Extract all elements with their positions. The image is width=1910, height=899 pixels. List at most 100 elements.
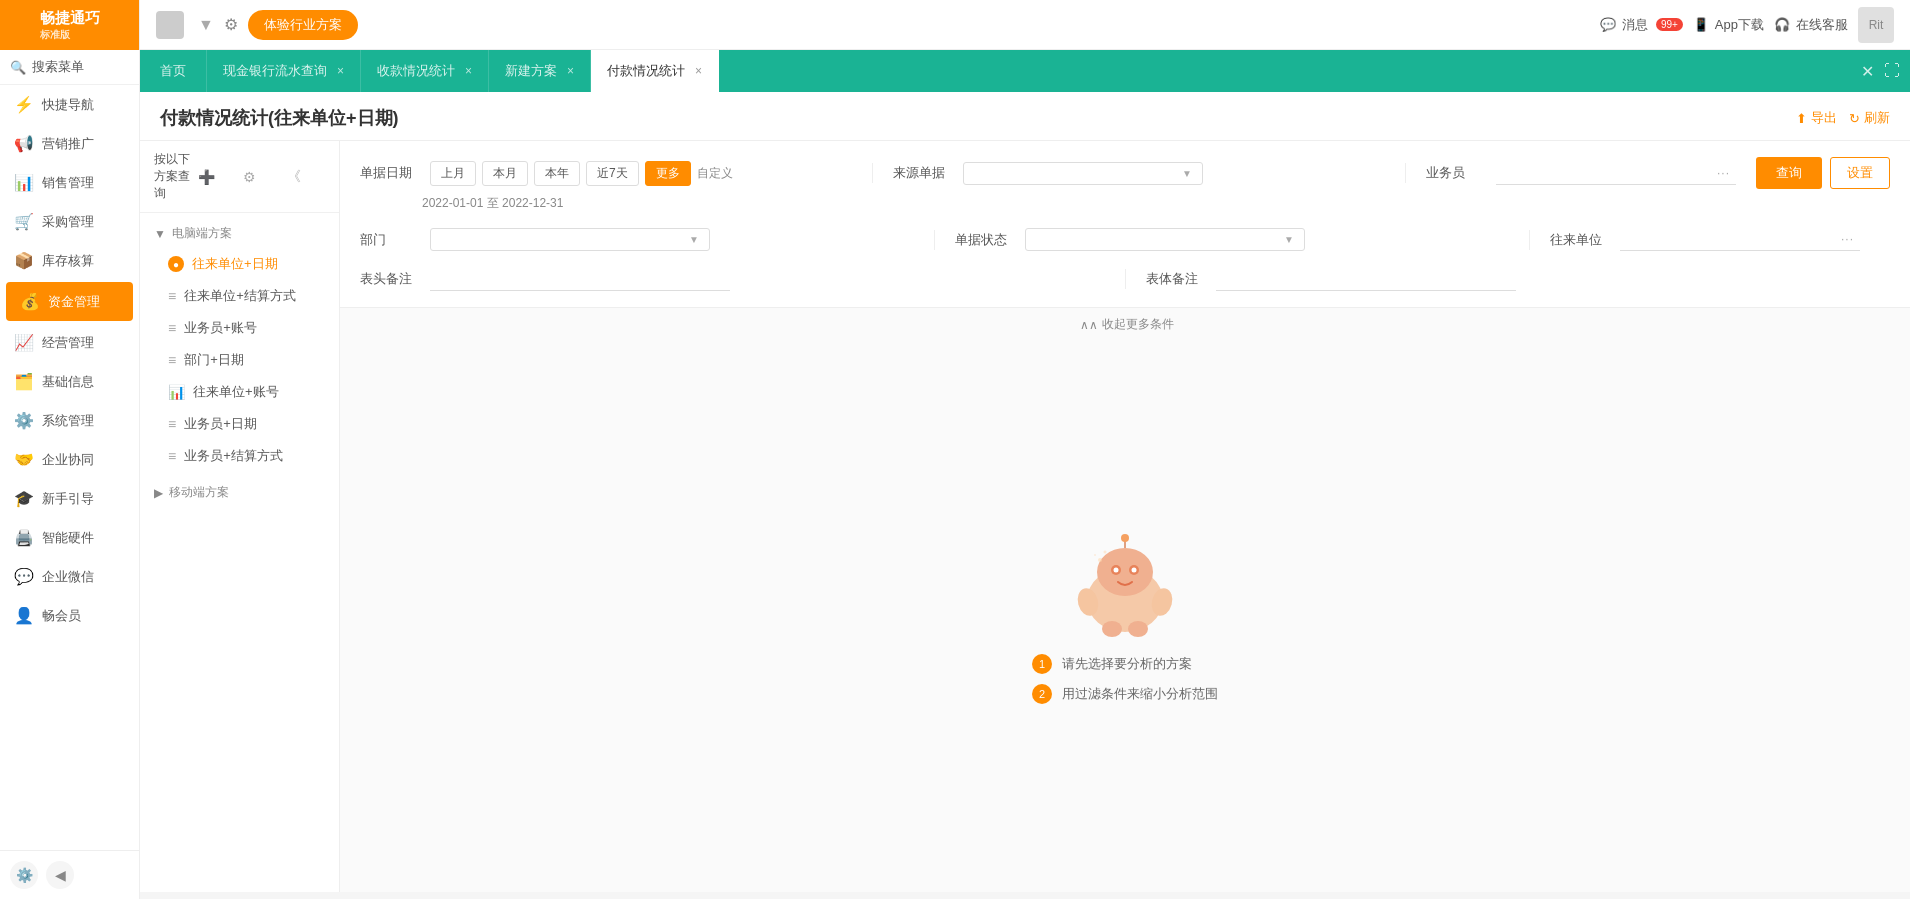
- pc-group-toggle[interactable]: ▼ 电脑端方案: [140, 219, 339, 248]
- tab-close-cash-flow[interactable]: ×: [337, 64, 344, 78]
- scheme-item-salesman-date[interactable]: ≡ 业务员+日期: [140, 408, 339, 440]
- scheme-panel: 按以下方案查询 ➕ ⚙ 《 ▼ 电脑端方案 ● 往来单位+日期 ≡: [140, 141, 340, 892]
- scheme-item-salesman-settle[interactable]: ≡ 业务员+结算方式: [140, 440, 339, 472]
- sidebar-item-wechat[interactable]: 💬 企业微信: [0, 557, 139, 596]
- tab-close-new-plan[interactable]: ×: [567, 64, 574, 78]
- trial-button[interactable]: 体验行业方案: [248, 10, 358, 40]
- sales-icon: 📊: [14, 173, 34, 192]
- collapse-conditions-button[interactable]: ∧∧ 收起更多条件: [340, 307, 1910, 341]
- scheme-item-label: 往来单位+日期: [192, 255, 278, 273]
- scheme-item-counterpart-settle[interactable]: ≡ 往来单位+结算方式: [140, 280, 339, 312]
- tab-cash-flow[interactable]: 现金银行流水查询 ×: [207, 50, 361, 92]
- filter-col-counterpart: 往来单位 ···: [1550, 228, 1890, 251]
- svg-point-10: [1102, 621, 1122, 637]
- user-avatar-box[interactable]: Rit: [1858, 7, 1894, 43]
- tab-payment-stats[interactable]: 付款情况统计 ×: [591, 50, 719, 92]
- search-icon: 🔍: [10, 60, 26, 75]
- chevron-down-icon[interactable]: ▼: [198, 16, 214, 34]
- date-btn-last-month[interactable]: 上月: [430, 161, 476, 186]
- scheme-item-salesman-account[interactable]: ≡ 业务员+账号: [140, 312, 339, 344]
- svg-point-13: [1104, 550, 1107, 553]
- mobile-group-label: 移动端方案: [169, 484, 229, 501]
- export-label: 导出: [1811, 109, 1837, 127]
- filter-col-body-note: 表体备注: [1146, 267, 1891, 291]
- sidebar-item-hardware[interactable]: 🖨️ 智能硬件: [0, 518, 139, 557]
- source-doc-select[interactable]: ▼: [963, 162, 1203, 185]
- sidebar-item-label: 企业微信: [42, 568, 94, 586]
- collapse-scheme-button[interactable]: 《: [287, 168, 325, 186]
- query-button[interactable]: 查询: [1756, 157, 1822, 189]
- scheme-item-label: 往来单位+账号: [193, 383, 279, 401]
- scheme-item-dept-date[interactable]: ≡ 部门+日期: [140, 344, 339, 376]
- date-btn-this-month[interactable]: 本月: [482, 161, 528, 186]
- tab-home[interactable]: 首页: [140, 50, 207, 92]
- settings-icon[interactable]: ⚙: [224, 15, 238, 34]
- date-btn-this-year[interactable]: 本年: [534, 161, 580, 186]
- sidebar-bottom: ⚙️ ◀: [0, 850, 139, 899]
- app-download-label: App下载: [1715, 16, 1764, 34]
- sidebar-item-sales[interactable]: 📊 销售管理: [0, 163, 139, 202]
- sidebar-search[interactable]: 🔍 搜索菜单: [0, 50, 139, 85]
- dept-arrow: ▼: [689, 234, 699, 245]
- add-scheme-button[interactable]: ➕: [198, 169, 236, 185]
- sidebar-item-cooperation[interactable]: 🤝 企业协同: [0, 440, 139, 479]
- doc-status-select[interactable]: ▼: [1025, 228, 1305, 251]
- online-service-action[interactable]: 🎧 在线客服: [1774, 16, 1848, 34]
- settings-button[interactable]: ⚙️: [10, 861, 38, 889]
- export-button[interactable]: ⬆ 导出: [1796, 109, 1837, 127]
- scheme-panel-header: 按以下方案查询 ➕ ⚙ 《: [140, 141, 339, 213]
- empty-state: 1 请先选择要分析的方案 2 用过滤条件来缩小分析范围: [340, 341, 1910, 892]
- sidebar-item-label: 销售管理: [42, 174, 94, 192]
- user-info-area[interactable]: [156, 11, 188, 39]
- header-note-input[interactable]: [430, 267, 730, 291]
- collapse-sidebar-button[interactable]: ◀: [46, 861, 74, 889]
- body-note-input[interactable]: [1216, 267, 1516, 291]
- tab-close-payment-stats[interactable]: ×: [695, 64, 702, 78]
- tip-text-1: 请先选择要分析的方案: [1062, 655, 1192, 673]
- tab-bar-end: ✕ ⛶: [1861, 62, 1910, 81]
- dept-select[interactable]: ▼: [430, 228, 710, 251]
- sidebar-item-finance[interactable]: 💰 资金管理: [6, 282, 133, 321]
- maximize-tab-btn[interactable]: ⛶: [1884, 62, 1900, 80]
- sidebar-item-system[interactable]: ⚙️ 系统管理: [0, 401, 139, 440]
- source-doc-arrow: ▼: [1182, 168, 1192, 179]
- date-buttons: 上月 本月 本年 近7天 更多 自定义: [430, 161, 733, 186]
- sidebar-item-member[interactable]: 👤 畅会员: [0, 596, 139, 635]
- filter-actions: 查询 设置: [1756, 157, 1890, 189]
- mobile-group-toggle[interactable]: ▶ 移动端方案: [140, 478, 339, 507]
- settings-button[interactable]: 设置: [1830, 157, 1890, 189]
- sidebar-item-quick-nav[interactable]: ⚡ 快捷导航: [0, 85, 139, 124]
- scheme-item-counterpart-date[interactable]: ● 往来单位+日期: [140, 248, 339, 280]
- dept-label: 部门: [360, 231, 420, 249]
- tab-new-plan[interactable]: 新建方案 ×: [489, 50, 591, 92]
- sidebar-item-guide[interactable]: 🎓 新手引导: [0, 479, 139, 518]
- app-download-action[interactable]: 📱 App下载: [1693, 16, 1764, 34]
- filter-layout: 按以下方案查询 ➕ ⚙ 《 ▼ 电脑端方案 ● 往来单位+日期 ≡: [140, 141, 1910, 892]
- scheme-icon: ≡: [168, 448, 176, 464]
- tab-receipt-stats[interactable]: 收款情况统计 ×: [361, 50, 489, 92]
- scheme-item-counterpart-account[interactable]: 📊 往来单位+账号: [140, 376, 339, 408]
- counterpart-dots[interactable]: ···: [1841, 232, 1854, 246]
- filter-col-doc-status: 单据状态 ▼: [955, 228, 1509, 251]
- quick-nav-icon: ⚡: [14, 95, 34, 114]
- sidebar-item-basic-info[interactable]: 🗂️ 基础信息: [0, 362, 139, 401]
- logo-text: 畅捷通巧: [40, 9, 100, 28]
- sidebar-item-purchase[interactable]: 🛒 采购管理: [0, 202, 139, 241]
- message-action[interactable]: 💬 消息 99+: [1600, 16, 1683, 34]
- online-service-icon: 🎧: [1774, 17, 1790, 32]
- sidebar-item-marketing[interactable]: 📢 营销推广: [0, 124, 139, 163]
- tab-receipt-stats-label: 收款情况统计: [377, 62, 455, 80]
- salesman-dots[interactable]: ···: [1717, 166, 1730, 180]
- refresh-button[interactable]: ↻ 刷新: [1849, 109, 1890, 127]
- scheme-settings-button[interactable]: ⚙: [243, 169, 281, 185]
- sidebar-item-label: 快捷导航: [42, 96, 94, 114]
- sidebar-item-operation[interactable]: 📈 经营管理: [0, 323, 139, 362]
- date-btn-last-7[interactable]: 近7天: [586, 161, 639, 186]
- sidebar-item-label: 库存核算: [42, 252, 94, 270]
- tab-close-receipt-stats[interactable]: ×: [465, 64, 472, 78]
- date-btn-more[interactable]: 更多: [645, 161, 691, 186]
- app-download-icon: 📱: [1693, 17, 1709, 32]
- sidebar-item-inventory[interactable]: 📦 库存核算: [0, 241, 139, 280]
- counterpart-label: 往来单位: [1550, 231, 1610, 249]
- close-tab-btn[interactable]: ✕: [1861, 62, 1874, 81]
